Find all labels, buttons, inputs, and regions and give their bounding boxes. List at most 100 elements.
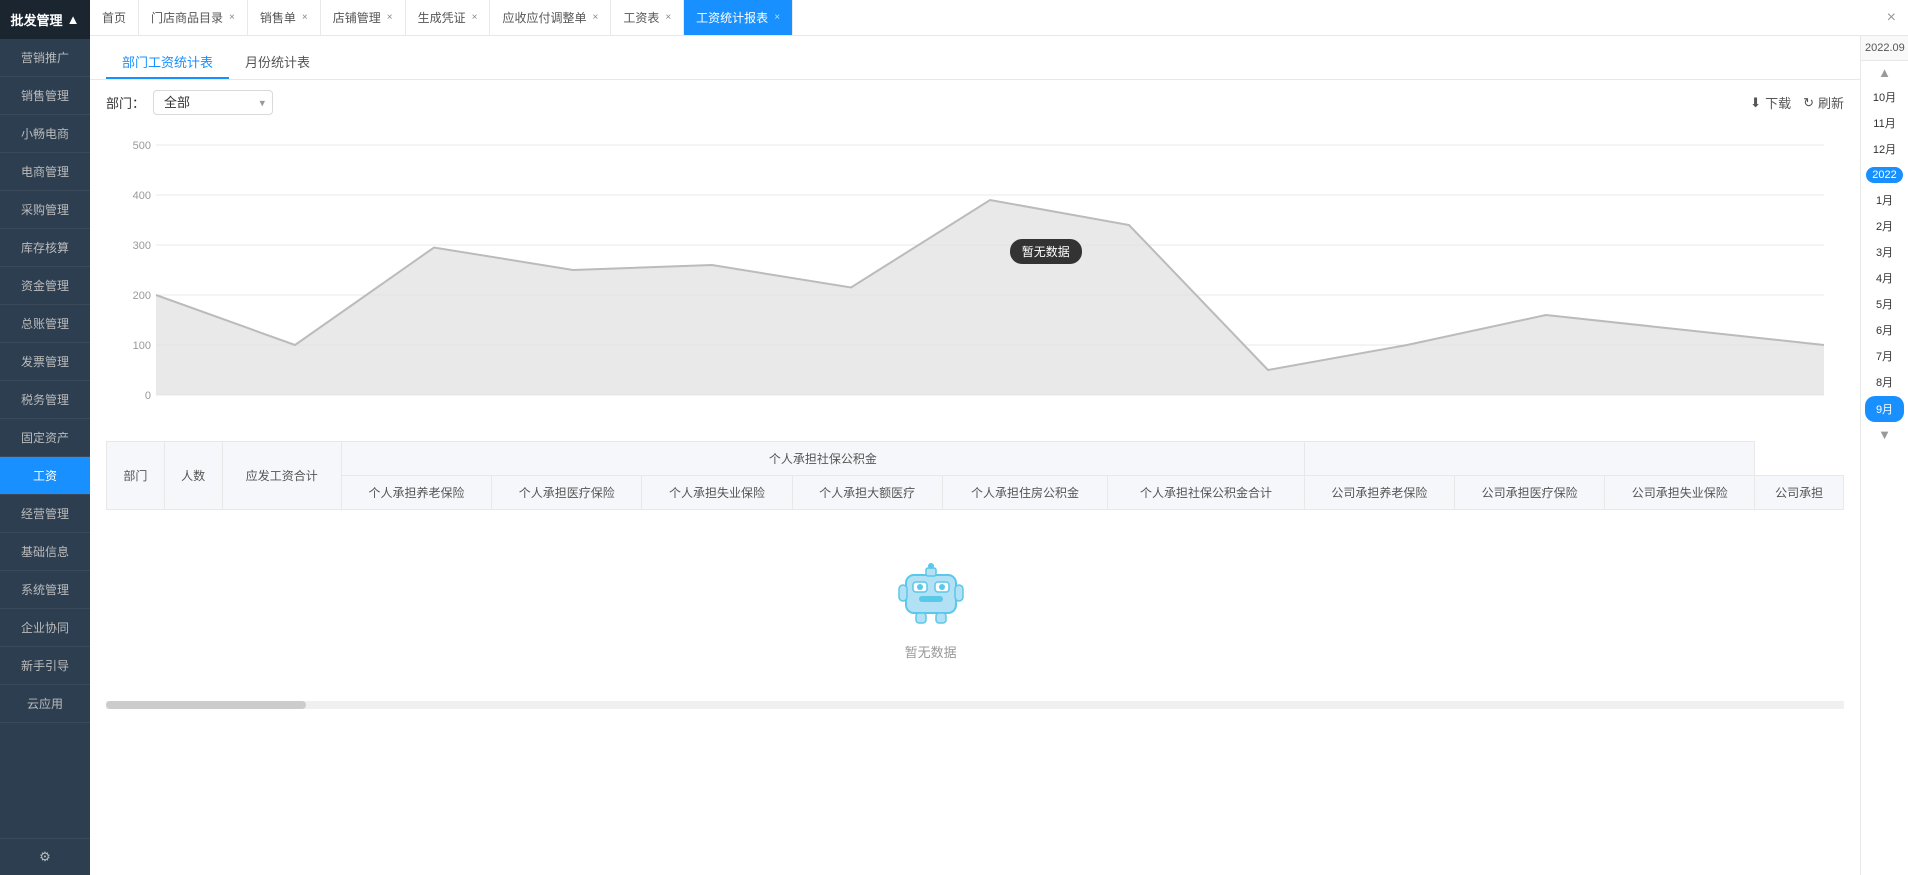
- sidebar-item-小畅电商[interactable]: 小畅电商: [0, 115, 90, 153]
- sidebar-item-固定资产[interactable]: 固定资产: [0, 419, 90, 457]
- refresh-button[interactable]: ↻ 刷新: [1803, 93, 1844, 112]
- sidebar-collapse-icon[interactable]: ▲: [67, 12, 80, 27]
- month-label-6月[interactable]: 6月: [1861, 317, 1908, 343]
- month-label-5月[interactable]: 5月: [1861, 291, 1908, 317]
- sidebar-settings-button[interactable]: ⚙: [0, 838, 90, 875]
- tab-销售单[interactable]: 销售单×: [248, 0, 321, 36]
- month-label-10月[interactable]: 10月: [1861, 84, 1908, 110]
- svg-text:300: 300: [133, 240, 151, 252]
- th-company-more: 公司承担: [1755, 476, 1844, 510]
- sidebar-item-发票管理[interactable]: 发票管理: [0, 343, 90, 381]
- tab-label: 首页: [102, 9, 126, 26]
- scroll-bar-area[interactable]: [106, 701, 1844, 709]
- tab-label: 工资统计报表: [696, 9, 768, 26]
- sidebar-item-云应用[interactable]: 云应用: [0, 685, 90, 723]
- th-company-group: [1304, 442, 1755, 476]
- month-label-8月[interactable]: 8月: [1861, 369, 1908, 395]
- main-area: 首页门店商品目录×销售单×店铺管理×生成凭证×应收应付调整单×工资表×工资统计报…: [90, 0, 1908, 875]
- sidebar-item-采购管理[interactable]: 采购管理: [0, 191, 90, 229]
- tab-首页[interactable]: 首页: [90, 0, 139, 36]
- download-icon: ⬇: [1750, 95, 1761, 111]
- download-label: 下载: [1765, 93, 1791, 112]
- th-count: 人数: [164, 442, 222, 510]
- dept-select[interactable]: 全部: [153, 90, 273, 115]
- table-area: 部门 人数 应发工资合计 个人承担社保公积金 个人承担养老保险 个人承担医疗保险…: [90, 441, 1860, 701]
- sidebar-item-资金管理[interactable]: 资金管理: [0, 267, 90, 305]
- th-company-unemploy: 公司承担失业保险: [1605, 476, 1755, 510]
- svg-text:0: 0: [145, 390, 151, 402]
- dept-select-wrapper: 全部: [153, 90, 273, 115]
- dept-label: 部门：: [106, 93, 145, 112]
- tab-close-icon[interactable]: ×: [302, 12, 308, 23]
- tab-店铺管理[interactable]: 店铺管理 ×: [321, 0, 406, 36]
- year-nav-up[interactable]: ▲: [1861, 61, 1908, 84]
- sidebar: 批发管理 ▲ 营销推广销售管理小畅电商电商管理采购管理库存核算资金管理总账管理发…: [0, 0, 90, 875]
- tab-工资表[interactable]: 工资表×: [611, 0, 684, 36]
- month-label-7月[interactable]: 7月: [1861, 343, 1908, 369]
- tab-工资统计报表[interactable]: 工资统计报表 ×: [684, 0, 793, 36]
- sidebar-item-新手引导[interactable]: 新手引导: [0, 647, 90, 685]
- tab-close-icon[interactable]: ×: [229, 12, 235, 23]
- svg-text:500: 500: [133, 140, 151, 152]
- sub-tabs: 部门工资统计表 月份统计表: [90, 36, 1860, 80]
- month-label-2月[interactable]: 2月: [1861, 213, 1908, 239]
- toolbar: 部门： 全部 ⬇ 下载 ↻ 刷新: [90, 80, 1860, 125]
- svg-text:200: 200: [133, 290, 151, 302]
- month-label-3月[interactable]: 3月: [1861, 239, 1908, 265]
- tab-close-icon[interactable]: ×: [774, 12, 780, 23]
- main-content: 部门工资统计表 月份统计表 部门： 全部 ⬇ 下载: [90, 36, 1860, 875]
- th-personal-medical: 个人承担医疗保险: [492, 476, 642, 510]
- sidebar-item-库存核算[interactable]: 库存核算: [0, 229, 90, 267]
- th-total: 应发工资合计: [222, 442, 341, 510]
- table-empty-row: 暂无数据: [107, 510, 1844, 702]
- tab-close-icon[interactable]: ×: [472, 12, 478, 23]
- tab-生成凭证[interactable]: 生成凭证×: [406, 0, 491, 36]
- month-label-11月[interactable]: 11月: [1861, 110, 1908, 136]
- sidebar-item-税务管理[interactable]: 税务管理: [0, 381, 90, 419]
- sidebar-item-总账管理[interactable]: 总账管理: [0, 305, 90, 343]
- tab-label: 店铺管理: [333, 9, 381, 26]
- sidebar-item-电商管理[interactable]: 电商管理: [0, 153, 90, 191]
- month-label-4月[interactable]: 4月: [1861, 265, 1908, 291]
- sidebar-item-企业协同[interactable]: 企业协同: [0, 609, 90, 647]
- sub-tab-month[interactable]: 月份统计表: [229, 46, 326, 79]
- th-company-medical: 公司承担医疗保险: [1454, 476, 1604, 510]
- tab-close-icon[interactable]: ×: [592, 12, 598, 23]
- sidebar-item-营销推广[interactable]: 营销推广: [0, 39, 90, 77]
- download-button[interactable]: ⬇ 下载: [1750, 93, 1791, 112]
- th-personal-unemploy: 个人承担失业保险: [642, 476, 792, 510]
- year-badge: 2022: [1866, 167, 1902, 183]
- empty-state: 暂无数据: [107, 510, 1755, 701]
- sidebar-item-经营管理[interactable]: 经营管理: [0, 495, 90, 533]
- month-label-12月[interactable]: 12月: [1861, 136, 1908, 162]
- svg-text:400: 400: [133, 190, 151, 202]
- table-header-row2: 个人承担养老保险 个人承担医疗保险 个人承担失业保险 个人承担大额医疗 个人承担…: [107, 476, 1844, 510]
- year-label-2022[interactable]: 2022: [1861, 162, 1908, 187]
- scroll-bar-thumb[interactable]: [106, 701, 306, 709]
- close-all-tabs-button[interactable]: ×: [1883, 7, 1900, 29]
- tab-close-icon[interactable]: ×: [387, 12, 393, 23]
- refresh-icon: ↻: [1803, 95, 1814, 111]
- tab-门店商品目录[interactable]: 门店商品目录×: [139, 0, 248, 36]
- svg-text:100: 100: [133, 340, 151, 352]
- year-nav-down[interactable]: ▼: [1861, 423, 1908, 446]
- refresh-label: 刷新: [1818, 93, 1844, 112]
- sidebar-header[interactable]: 批发管理 ▲: [0, 0, 90, 39]
- toolbar-left: 部门： 全部: [106, 90, 273, 115]
- sidebar-item-工资[interactable]: 工资: [0, 457, 90, 495]
- sidebar-item-销售管理[interactable]: 销售管理: [0, 77, 90, 115]
- sidebar-item-基础信息[interactable]: 基础信息: [0, 533, 90, 571]
- tab-label: 应收应付调整单: [502, 9, 586, 26]
- th-personal-housing: 个人承担住房公积金: [942, 476, 1108, 510]
- settings-icon: ⚙: [39, 849, 51, 864]
- sidebar-item-系统管理[interactable]: 系统管理: [0, 571, 90, 609]
- sub-tab-dept[interactable]: 部门工资统计表: [106, 46, 229, 79]
- table-body: 暂无数据: [107, 510, 1844, 702]
- tab-close-icon[interactable]: ×: [665, 12, 671, 23]
- year-panel: 2022.09 ▲ 10月11月12月20221月2月3月4月5月6月7月8月9…: [1860, 36, 1908, 875]
- month-label-1月[interactable]: 1月: [1861, 187, 1908, 213]
- tab-应收应付调整单[interactable]: 应收应付调整单 ×: [490, 0, 611, 36]
- th-dept: 部门: [107, 442, 165, 510]
- table-header-row1: 部门 人数 应发工资合计 个人承担社保公积金: [107, 442, 1844, 476]
- month-label-9月[interactable]: 9月: [1865, 396, 1904, 422]
